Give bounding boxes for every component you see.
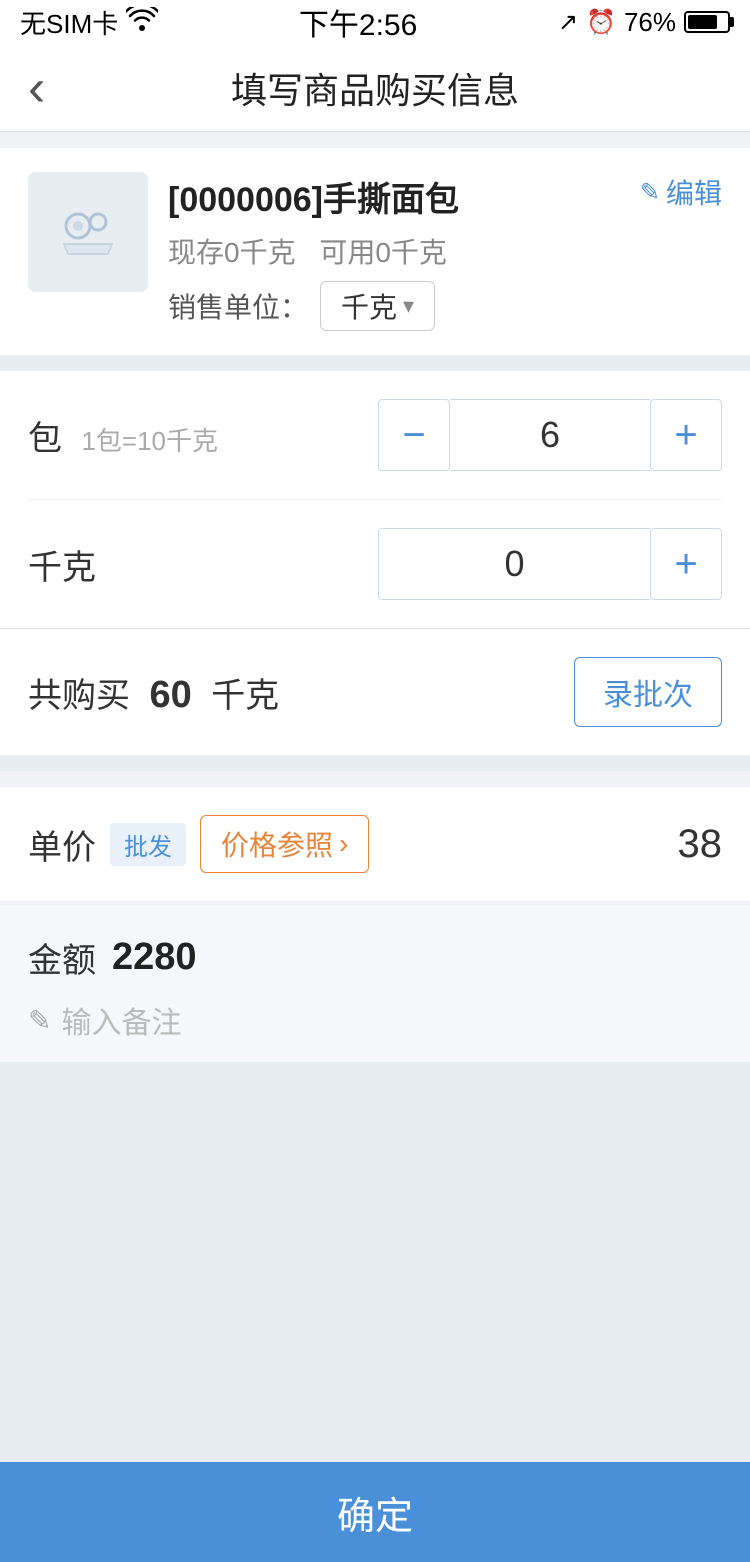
battery-text: 76% (624, 7, 676, 38)
status-bar: 无SIM卡 下午2:56 ↗ ⏰ 76% (0, 0, 750, 44)
note-placeholder: 输入备注 (61, 998, 181, 1042)
status-time: 下午2:56 (299, 0, 417, 44)
gray-area (0, 1062, 750, 1462)
product-stock: 现存0千克 可用0千克 (168, 231, 722, 271)
price-type-badge: 批发 (110, 823, 186, 866)
amount-row: 金额 2280 (28, 933, 722, 982)
page-title: 填写商品购买信息 (231, 62, 519, 114)
battery-icon (684, 11, 730, 33)
amount-section: 金额 2280 ✎ 输入备注 (0, 905, 750, 1062)
divider-1 (0, 355, 750, 371)
price-value: 38 (678, 822, 723, 867)
increase-kg-button[interactable]: + (650, 528, 722, 600)
increase-bao-button[interactable]: + (650, 399, 722, 471)
price-section: 单价 批发 价格参照 › 38 (0, 787, 750, 901)
qty-input-bao[interactable] (450, 399, 650, 471)
nav-bar: ‹ 填写商品购买信息 (0, 44, 750, 132)
edit-button[interactable]: ✎ 编辑 (640, 172, 722, 212)
price-ref-button[interactable]: 价格参照 › (200, 815, 369, 873)
quantity-row-bao: 包 1包=10千克 − + (28, 371, 722, 500)
carrier-text: 无SIM卡 (20, 4, 118, 41)
location-icon: ↗ (558, 8, 578, 37)
product-image (28, 172, 148, 292)
batch-button[interactable]: 录批次 (574, 657, 722, 727)
alarm-icon: ⏰ (586, 8, 616, 37)
product-card: [0000006]手撕面包 现存0千克 可用0千克 销售单位： 千克 ▾ ✎ 编… (0, 148, 750, 355)
total-section: 共购买 60 千克 录批次 (0, 629, 750, 755)
decrease-bao-button[interactable]: − (378, 399, 450, 471)
qty-label-bao: 包 1包=10千克 (28, 411, 378, 460)
note-icon: ✎ (28, 1004, 51, 1037)
quantity-row-kg: 千克 + (28, 500, 722, 628)
amount-value: 2280 (112, 936, 197, 979)
wifi-icon (126, 7, 158, 38)
status-right: ↗ ⏰ 76% (558, 7, 730, 38)
qty-controls-bao: − + (378, 399, 722, 471)
product-unit-row: 销售单位： 千克 ▾ (168, 281, 722, 331)
divider-3 (0, 755, 750, 771)
price-label-row: 单价 批发 价格参照 › (28, 815, 369, 873)
qty-controls-kg: + (378, 528, 722, 600)
note-row[interactable]: ✎ 输入备注 (28, 998, 722, 1042)
qty-input-kg[interactable] (378, 528, 650, 600)
total-text: 共购买 60 千克 (28, 668, 279, 717)
back-button[interactable]: ‹ (28, 58, 45, 118)
unit-selector[interactable]: 千克 ▾ (320, 281, 435, 331)
quantity-section: 包 1包=10千克 − + 千克 + (0, 371, 750, 628)
status-left: 无SIM卡 (20, 4, 158, 41)
confirm-button[interactable]: 确定 (0, 1462, 750, 1562)
qty-label-kg: 千克 (28, 540, 378, 589)
